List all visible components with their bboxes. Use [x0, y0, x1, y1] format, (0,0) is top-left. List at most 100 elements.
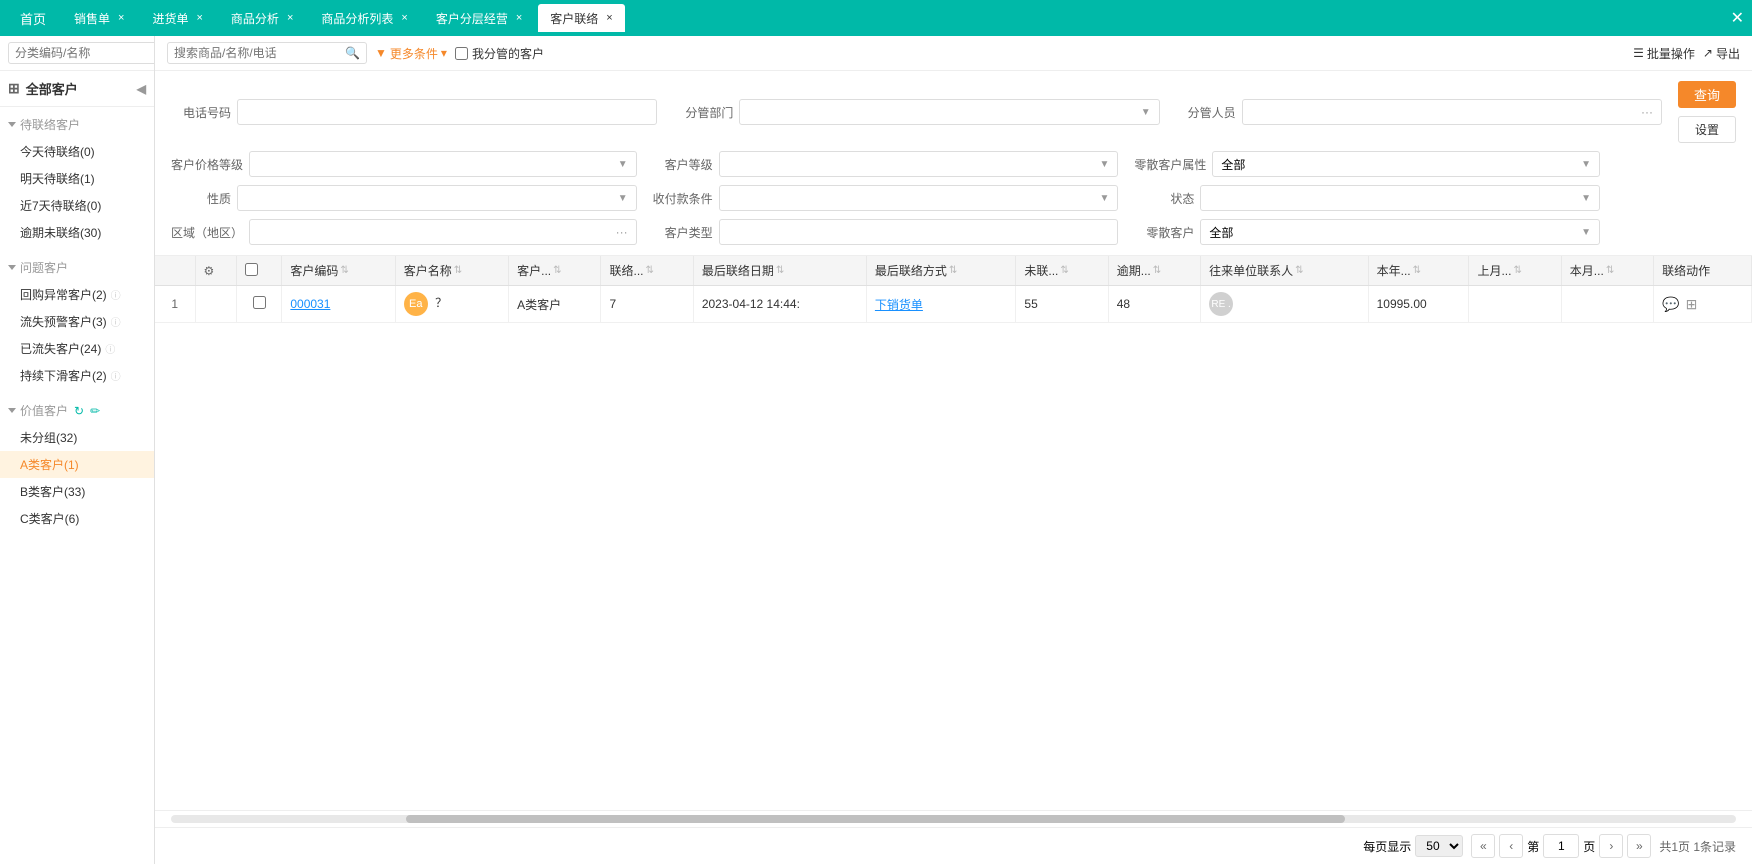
- row-code[interactable]: 000031: [282, 286, 395, 323]
- phone-input[interactable]: [237, 99, 657, 125]
- filter-more-button[interactable]: ▼ 更多条件 ▾: [375, 45, 447, 62]
- sidebar-search-input[interactable]: [8, 42, 155, 64]
- sort-icon[interactable]: ⇅: [949, 265, 957, 276]
- sidebar-item-churned[interactable]: 已流失客户(24) ⓘ: [0, 335, 154, 362]
- sidebar-search-wrap: 🔍: [0, 36, 154, 71]
- retail-customer-select[interactable]: 全部 ▼: [1200, 219, 1600, 245]
- next-page-button[interactable]: ›: [1599, 834, 1623, 858]
- sort-icon[interactable]: ⇅: [1413, 265, 1421, 276]
- row-last-method[interactable]: 下销货单: [866, 286, 1015, 323]
- select-all-checkbox[interactable]: [245, 263, 258, 276]
- price-level-select[interactable]: ▼: [249, 151, 637, 177]
- th-contact: 联络...⇅: [601, 256, 693, 286]
- close-tab-purchase[interactable]: ×: [196, 12, 202, 24]
- tab-sales-order[interactable]: 销售单 ×: [62, 4, 136, 32]
- dept-select[interactable]: ▼: [739, 99, 1159, 125]
- sort-icon[interactable]: ⇅: [340, 265, 348, 276]
- th-overdue: 逾期...⇅: [1108, 256, 1200, 286]
- retail-attr-select[interactable]: 全部 ▼: [1212, 151, 1600, 177]
- sort-icon[interactable]: ⇅: [1295, 265, 1303, 276]
- settings-button[interactable]: 设置: [1678, 116, 1736, 143]
- value-refresh-icon[interactable]: ↻: [74, 404, 84, 418]
- page-number-input[interactable]: [1543, 834, 1579, 858]
- area-select[interactable]: ···: [249, 219, 637, 245]
- payment-select[interactable]: ▼: [719, 185, 1119, 211]
- tab-purchase-order[interactable]: 进货单 ×: [140, 4, 214, 32]
- horizontal-scrollbar[interactable]: [171, 815, 1736, 823]
- sort-icon[interactable]: ⇅: [454, 265, 462, 276]
- message-icon[interactable]: 💬: [1662, 296, 1679, 313]
- close-tab-analysis-list[interactable]: ×: [401, 12, 407, 24]
- pending-section-title[interactable]: 待联络客户: [0, 111, 154, 138]
- sort-icon[interactable]: ⇅: [646, 265, 654, 276]
- page-navigation: « ‹ 第 页 › »: [1471, 834, 1651, 858]
- sidebar-item-class-a[interactable]: A类客户(1): [0, 451, 154, 478]
- pending-collapse-icon: [8, 122, 16, 127]
- sidebar-item-week-pending[interactable]: 近7天待联络(0): [0, 192, 154, 219]
- close-tab-sales[interactable]: ×: [118, 12, 124, 24]
- sidebar-item-today-pending[interactable]: 今天待联络(0): [0, 138, 154, 165]
- row-last-date: 2023-04-12 14:44:: [693, 286, 866, 323]
- sidebar-item-churn-warning[interactable]: 流失预警客户(3) ⓘ: [0, 308, 154, 335]
- customer-level-select[interactable]: ▼: [719, 151, 1119, 177]
- tab-customer-segment[interactable]: 客户分层经营 ×: [424, 4, 534, 32]
- tab-analysis-list[interactable]: 商品分析列表 ×: [309, 4, 419, 32]
- query-button[interactable]: 查询: [1678, 81, 1736, 108]
- sidebar-item-class-b[interactable]: B类客户(33): [0, 478, 154, 505]
- close-window-button[interactable]: ✕: [1731, 8, 1744, 28]
- search-icon[interactable]: 🔍: [345, 46, 360, 60]
- row-overdue: 48: [1108, 286, 1200, 323]
- sidebar-item-ungrouped[interactable]: 未分组(32): [0, 424, 154, 451]
- sidebar-item-declining[interactable]: 持续下滑客户(2) ⓘ: [0, 362, 154, 389]
- more-icon[interactable]: ···: [1641, 105, 1653, 119]
- data-table-wrap: ⚙ 客户编码⇅ 客户名称⇅ 客户...⇅ 联络...⇅: [155, 256, 1752, 810]
- sidebar-item-class-c[interactable]: C类客户(6): [0, 505, 154, 532]
- my-customers-checkbox[interactable]: [455, 47, 468, 60]
- more-icon[interactable]: ···: [616, 225, 628, 239]
- export-button[interactable]: ↗ 导出: [1703, 45, 1740, 62]
- avatar: Ea: [404, 292, 428, 316]
- nature-select[interactable]: ▼: [237, 185, 637, 211]
- sidebar-collapse-button[interactable]: ◀: [137, 82, 146, 96]
- sort-icon[interactable]: ⇅: [1153, 265, 1161, 276]
- tab-customer-contact[interactable]: 客户联络 ×: [538, 4, 624, 32]
- sort-icon[interactable]: ⇅: [776, 265, 784, 276]
- sidebar-item-tomorrow-pending[interactable]: 明天待联络(1): [0, 165, 154, 192]
- close-tab-analysis[interactable]: ×: [287, 12, 293, 24]
- batch-operation-button[interactable]: ☰ 批量操作: [1633, 45, 1695, 62]
- chevron-down-icon: ▼: [1099, 193, 1109, 204]
- sort-icon[interactable]: ⇅: [1060, 265, 1068, 276]
- row-select-checkbox[interactable]: [253, 296, 266, 309]
- row-gear: [195, 286, 237, 323]
- th-checkbox[interactable]: [237, 256, 282, 286]
- page-size-select[interactable]: 50: [1415, 835, 1463, 857]
- row-checkbox[interactable]: [237, 286, 282, 323]
- manager-select[interactable]: ···: [1242, 99, 1662, 125]
- first-page-button[interactable]: «: [1471, 834, 1495, 858]
- problem-section-title[interactable]: 问题客户: [0, 254, 154, 281]
- sort-icon[interactable]: ⇅: [1606, 265, 1614, 276]
- th-last-month: 上月...⇅: [1469, 256, 1561, 286]
- sidebar-item-repurchase-abnormal[interactable]: 回购异常客户(2) ⓘ: [0, 281, 154, 308]
- value-section-title[interactable]: 价值客户 ↻ ✏: [0, 397, 154, 424]
- home-tab[interactable]: 首页: [8, 9, 58, 28]
- status-select[interactable]: ▼: [1200, 185, 1600, 211]
- th-gear[interactable]: ⚙: [195, 256, 237, 286]
- sidebar-all-customers[interactable]: ⊞ 全部客户 ◀: [0, 71, 154, 107]
- qr-icon[interactable]: ⊞: [1686, 296, 1698, 313]
- search-input[interactable]: [174, 46, 341, 60]
- prev-page-button[interactable]: ‹: [1499, 834, 1523, 858]
- sort-icon[interactable]: ⇅: [1513, 265, 1521, 276]
- close-tab-contact[interactable]: ×: [606, 12, 612, 24]
- sidebar-item-overdue-pending[interactable]: 逾期未联络(30): [0, 219, 154, 246]
- last-page-button[interactable]: »: [1627, 834, 1651, 858]
- tab-product-analysis[interactable]: 商品分析 ×: [219, 4, 305, 32]
- sort-icon[interactable]: ⇅: [553, 265, 561, 276]
- customer-type-select[interactable]: [719, 219, 1119, 245]
- close-tab-segment[interactable]: ×: [516, 12, 522, 24]
- filter-row-1: 电话号码 分管部门 ▼ 分管人员 ···: [171, 81, 1736, 143]
- value-edit-icon[interactable]: ✏: [90, 404, 100, 418]
- filter-dept: 分管部门 ▼: [673, 99, 1159, 125]
- scrollbar-thumb[interactable]: [406, 815, 1345, 823]
- gear-icon[interactable]: ⚙: [204, 264, 215, 278]
